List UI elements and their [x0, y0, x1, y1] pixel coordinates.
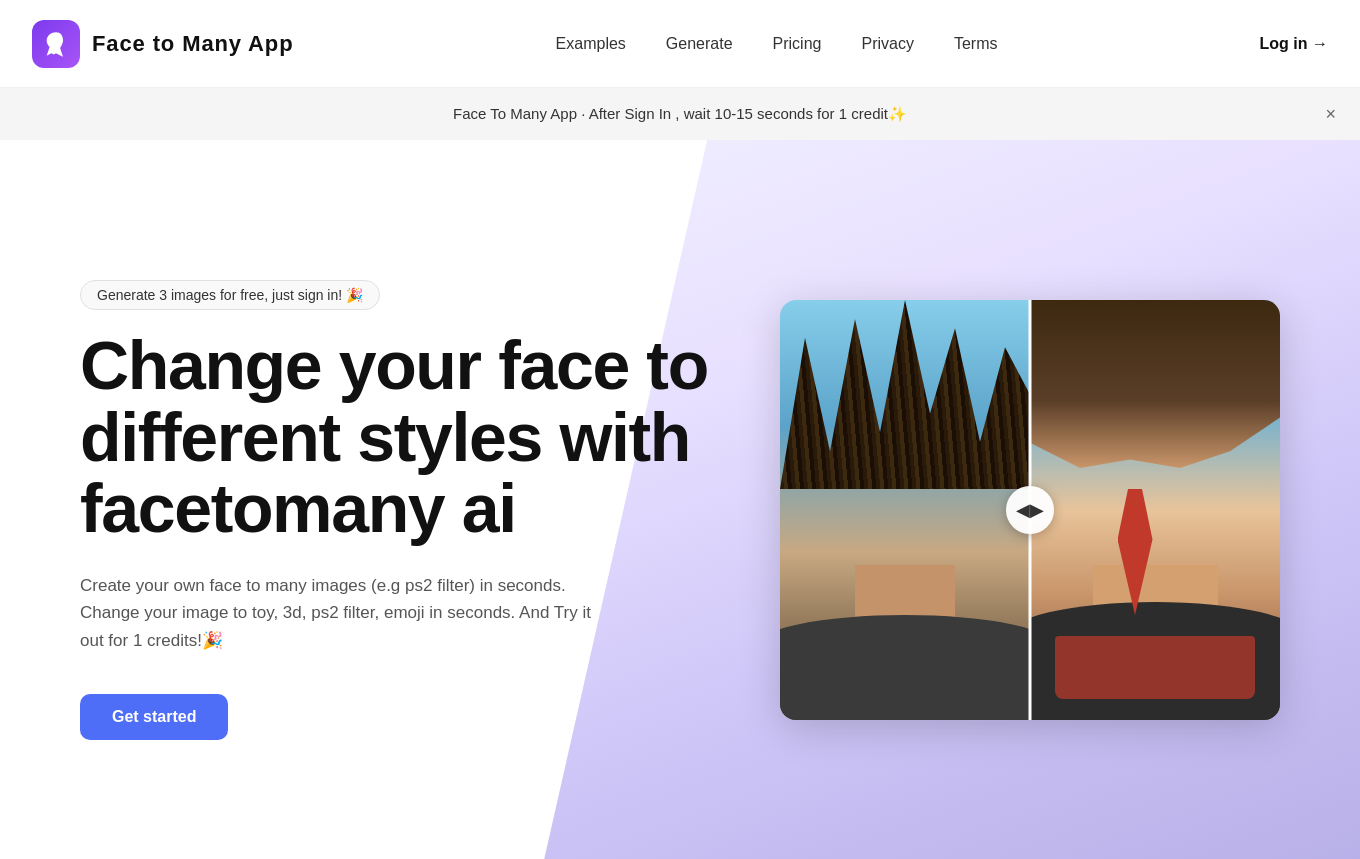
hero-content: Generate 3 images for free, just sign in… [80, 280, 720, 740]
compare-image-right [1030, 300, 1280, 720]
nav-terms[interactable]: Terms [954, 35, 998, 52]
logo-svg [42, 30, 70, 58]
nav-pricing[interactable]: Pricing [773, 35, 822, 52]
banner-text: Face To Many App · After Sign In , wait … [48, 105, 1312, 123]
hero-image-compare: ◀▶ [780, 300, 1280, 720]
navbar: Face to Many App Examples Generate Prici… [0, 0, 1360, 88]
clothing-right [1030, 602, 1280, 720]
image-compare-container: ◀▶ [780, 300, 1280, 720]
hero-description: Create your own face to many images (e.g… [80, 572, 600, 654]
banner-close-button[interactable]: × [1325, 105, 1336, 123]
logo-text: Face to Many App [92, 31, 294, 57]
compare-image-left [780, 300, 1030, 720]
logo-icon [32, 20, 80, 68]
nav-links: Examples Generate Pricing Privacy Terms [556, 35, 998, 53]
clothing-left [780, 615, 1030, 720]
hero-section: Generate 3 images for free, just sign in… [0, 140, 1360, 859]
nav-generate[interactable]: Generate [666, 35, 733, 52]
announcement-banner: Face To Many App · After Sign In , wait … [0, 88, 1360, 140]
nav-privacy[interactable]: Privacy [861, 35, 913, 52]
hero-title: Change your face to different styles wit… [80, 330, 720, 544]
hero-badge: Generate 3 images for free, just sign in… [80, 280, 380, 310]
nav-logo[interactable]: Face to Many App [32, 20, 294, 68]
nav-examples[interactable]: Examples [556, 35, 626, 52]
get-started-button[interactable]: Get started [80, 694, 228, 740]
compare-handle[interactable]: ◀▶ [1006, 486, 1054, 534]
login-button[interactable]: Log in → [1260, 35, 1328, 53]
